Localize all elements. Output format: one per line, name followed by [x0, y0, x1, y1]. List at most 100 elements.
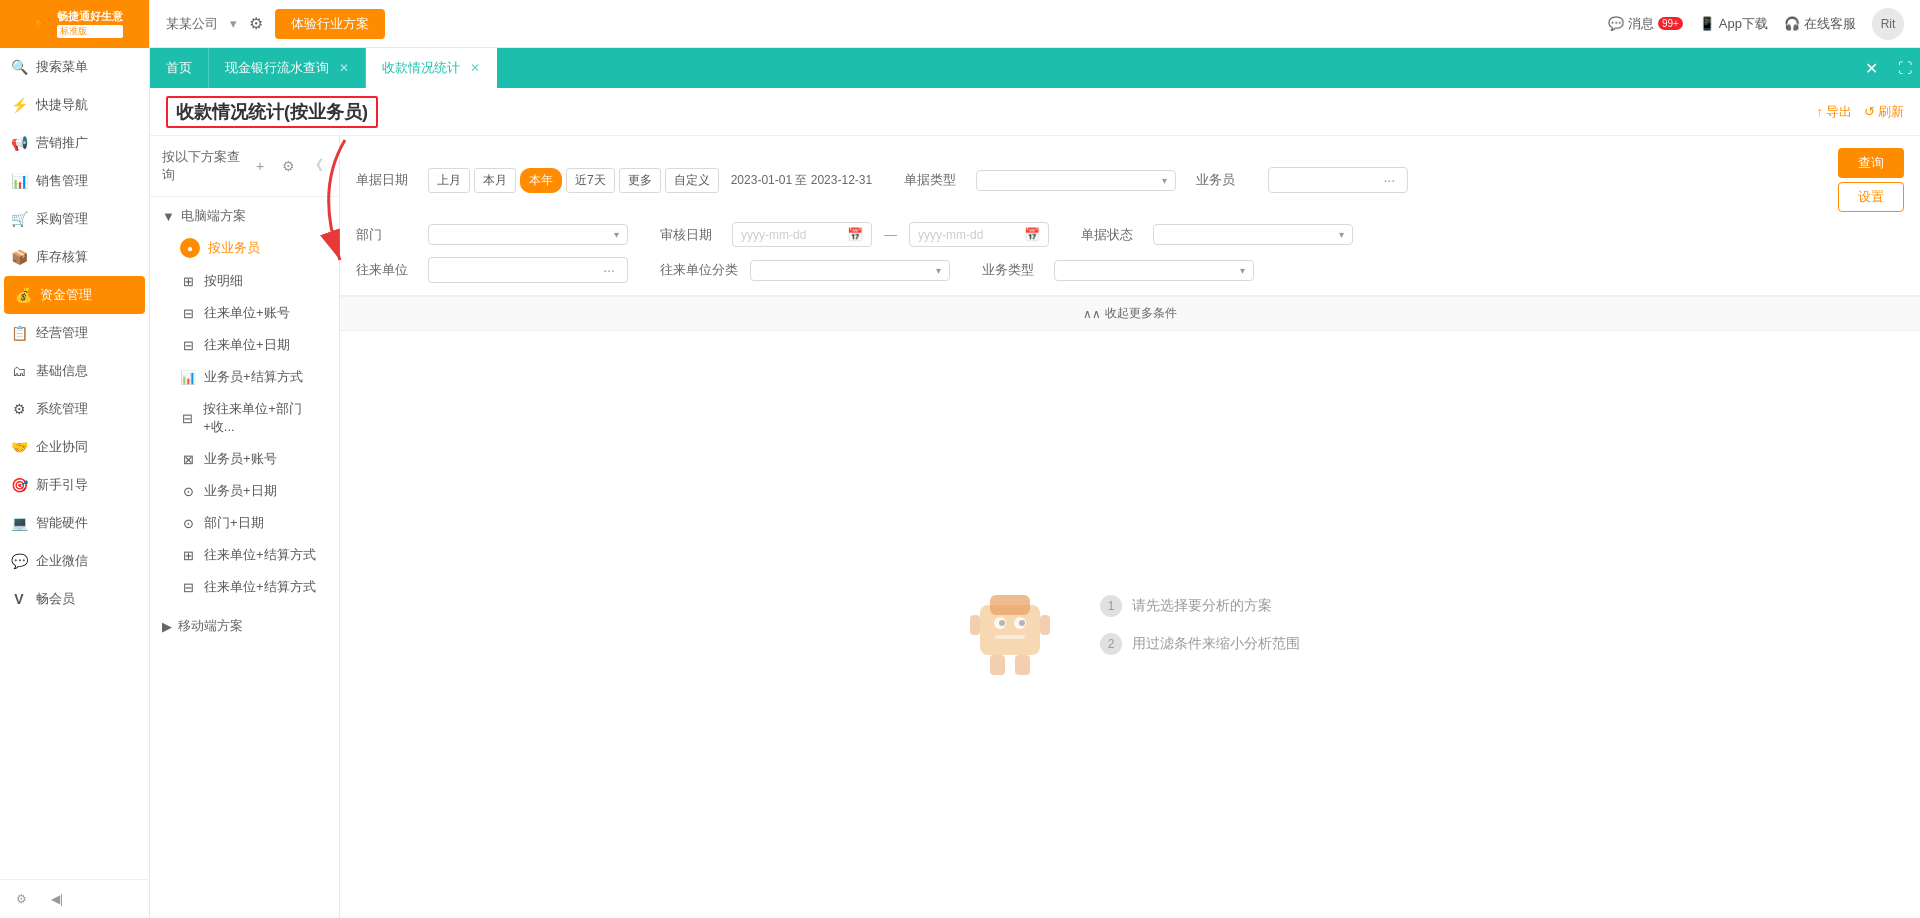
date-btn-custom[interactable]: 自定义 [665, 168, 719, 193]
sidebar-item-label: 企业微信 [36, 552, 88, 570]
step-2-number: 2 [1100, 633, 1122, 655]
refresh-button[interactable]: ↺ 刷新 [1864, 103, 1904, 121]
dept-filter-label: 部门 [356, 226, 416, 244]
unit-payment1-icon: ⊞ [180, 547, 196, 563]
sidebar-settings-btn[interactable]: ⚙ [8, 888, 35, 910]
calendar-icon-2[interactable]: 📅 [1024, 227, 1040, 242]
sidebar-item-system[interactable]: ⚙ 系统管理 [0, 390, 149, 428]
app-icon: 📱 [1699, 16, 1715, 31]
detail-icon: ⊞ [180, 273, 196, 289]
export-icon: ↑ [1817, 104, 1824, 119]
sidebar-item-inventory[interactable]: 📦 库存核算 [0, 238, 149, 276]
plan-item-unit-payment2[interactable]: ⊟ 往来单位+结算方式 [150, 571, 339, 603]
guide-icon: 🎯 [10, 476, 28, 494]
audit-date-from[interactable]: yyyy-mm-dd 📅 [732, 222, 872, 247]
plan-item-by-salesperson[interactable]: ● 按业务员 [150, 231, 339, 265]
plan-item-salesperson-payment[interactable]: 📊 业务员+结算方式 [150, 361, 339, 393]
message-button[interactable]: 💬 消息 99+ [1608, 15, 1683, 33]
date-btn-this-month[interactable]: 本月 [474, 168, 516, 193]
collapse-panel-button[interactable]: 《 [305, 155, 327, 177]
message-icon: 💬 [1608, 16, 1624, 31]
online-service-button[interactable]: 🎧 在线客服 [1784, 15, 1856, 33]
plan-item-unit-dept-collect[interactable]: ⊟ 按往来单位+部门+收... [150, 393, 339, 443]
app-download-button[interactable]: 📱 App下载 [1699, 15, 1768, 33]
collapse-more-conditions-button[interactable]: ∧∧ 收起更多条件 [340, 296, 1920, 331]
filter-settings-button[interactable]: 设置 [1838, 182, 1904, 212]
group-arrow-icon: ▼ [162, 209, 175, 224]
plan-item-salesperson-account[interactable]: ⊠ 业务员+账号 [150, 443, 339, 475]
date-btn-this-year[interactable]: 本年 [520, 168, 562, 193]
tab-receipt[interactable]: 收款情况统计 ✕ [366, 48, 497, 88]
sidebar-item-quicknav[interactable]: ⚡ 快捷导航 [0, 86, 149, 124]
date-range-dash: — [884, 227, 897, 242]
plan-item-salesperson-date[interactable]: ⊙ 业务员+日期 [150, 475, 339, 507]
sidebar-item-hardware[interactable]: 💻 智能硬件 [0, 504, 149, 542]
content-area: 按以下方案查询 + ⚙ 《 ▼ 电脑端方案 ● 按业务员 ⊞ [150, 136, 1920, 918]
sidebar-item-finance[interactable]: 💰 资金管理 [4, 276, 145, 314]
date-btn-last-month[interactable]: 上月 [428, 168, 470, 193]
sidebar-item-guide[interactable]: 🎯 新手引导 [0, 466, 149, 504]
empty-illustration [960, 565, 1060, 685]
tab-receipt-close-icon[interactable]: ✕ [470, 61, 480, 75]
plan-settings-button[interactable]: ⚙ [277, 155, 299, 177]
svg-point-4 [999, 620, 1005, 626]
mobile-group-header[interactable]: ▶ 移动端方案 [150, 611, 339, 641]
tab-bank[interactable]: 现金银行流水查询 ✕ [209, 48, 366, 88]
partner-more-icon[interactable]: ··· [599, 262, 619, 278]
sidebar-collapse-btn[interactable]: ◀| [43, 888, 71, 910]
date-options-group: 上月 本月 本年 近7天 更多 自定义 [428, 168, 719, 193]
dept-chevron-icon: ▾ [614, 229, 619, 240]
maximize-button[interactable]: ⛶ [1890, 60, 1920, 76]
topbar-user: 某某公司 [166, 15, 218, 33]
unit-payment2-icon: ⊟ [180, 579, 196, 595]
doc-status-label: 单据状态 [1081, 226, 1141, 244]
sidebar-item-search[interactable]: 🔍 搜索菜单 [0, 48, 149, 86]
query-button[interactable]: 查询 [1838, 148, 1904, 178]
date-btn-7days[interactable]: 近7天 [566, 168, 615, 193]
tabbar: 首页 现金银行流水查询 ✕ 收款情况统计 ✕ ✕ ⛶ [150, 48, 1920, 88]
tab-bank-label: 现金银行流水查询 [225, 59, 329, 77]
desktop-group-header[interactable]: ▼ 电脑端方案 [150, 201, 339, 231]
plan-item-by-detail[interactable]: ⊞ 按明细 [150, 265, 339, 297]
sidebar-item-member[interactable]: V 畅会员 [0, 580, 149, 618]
sidebar-item-basic[interactable]: 🗂 基础信息 [0, 352, 149, 390]
plan-item-unit-payment1[interactable]: ⊞ 往来单位+结算方式 [150, 539, 339, 571]
search-icon: 🔍 [10, 58, 28, 76]
salesperson-select[interactable]: ··· [1268, 167, 1408, 193]
doc-status-select[interactable]: ▾ [1153, 224, 1353, 245]
topbar-settings-icon[interactable]: ⚙ [249, 14, 263, 33]
add-plan-button[interactable]: + [249, 155, 271, 177]
partner-select[interactable]: ··· [428, 257, 628, 283]
dept-select[interactable]: ▾ [428, 224, 628, 245]
plan-item-unit-account[interactable]: ⊟ 往来单位+账号 [150, 297, 339, 329]
sidebar-item-label: 销售管理 [36, 172, 88, 190]
salesperson-more-icon[interactable]: ··· [1379, 172, 1399, 188]
topbar: 某某公司 ▾ ⚙ 体验行业方案 💬 消息 99+ 📱 App下载 🎧 在线客服 … [150, 0, 1920, 48]
salesperson-date-icon: ⊙ [180, 483, 196, 499]
sidebar-item-enterprise[interactable]: 🤝 企业协同 [0, 428, 149, 466]
desktop-plan-group: ▼ 电脑端方案 ● 按业务员 ⊞ 按明细 ⊟ 往来单位+账号 ⊟ 往来单位 [150, 197, 339, 607]
plan-item-unit-date[interactable]: ⊟ 往来单位+日期 [150, 329, 339, 361]
plan-item-dept-date[interactable]: ⊙ 部门+日期 [150, 507, 339, 539]
audit-date-to[interactable]: yyyy-mm-dd 📅 [909, 222, 1049, 247]
date-btn-more[interactable]: 更多 [619, 168, 661, 193]
tab-bank-close-icon[interactable]: ✕ [339, 61, 349, 75]
sidebar-item-operations[interactable]: 📋 经营管理 [0, 314, 149, 352]
doc-type-select[interactable]: ▾ [976, 170, 1176, 191]
user-avatar[interactable]: Rit [1872, 8, 1904, 40]
biz-type-select[interactable]: ▾ [1054, 260, 1254, 281]
sidebar-item-marketing[interactable]: 📢 营销推广 [0, 124, 149, 162]
sidebar-item-purchase[interactable]: 🛒 采购管理 [0, 200, 149, 238]
export-button[interactable]: ↑ 导出 [1817, 103, 1853, 121]
trial-button[interactable]: 体验行业方案 [275, 9, 385, 39]
audit-to-placeholder: yyyy-mm-dd [918, 228, 1020, 242]
tab-home[interactable]: 首页 [150, 48, 209, 88]
action-button-group: 查询 设置 [1838, 148, 1904, 212]
sidebar-item-wechat[interactable]: 💬 企业微信 [0, 542, 149, 580]
sidebar-item-sales[interactable]: 📊 销售管理 [0, 162, 149, 200]
chevron-down-icon[interactable]: ▾ [230, 16, 237, 31]
partner-category-select[interactable]: ▾ [750, 260, 950, 281]
close-all-tabs-button[interactable]: ✕ [1853, 59, 1890, 78]
biz-type-label: 业务类型 [982, 261, 1042, 279]
calendar-icon[interactable]: 📅 [847, 227, 863, 242]
